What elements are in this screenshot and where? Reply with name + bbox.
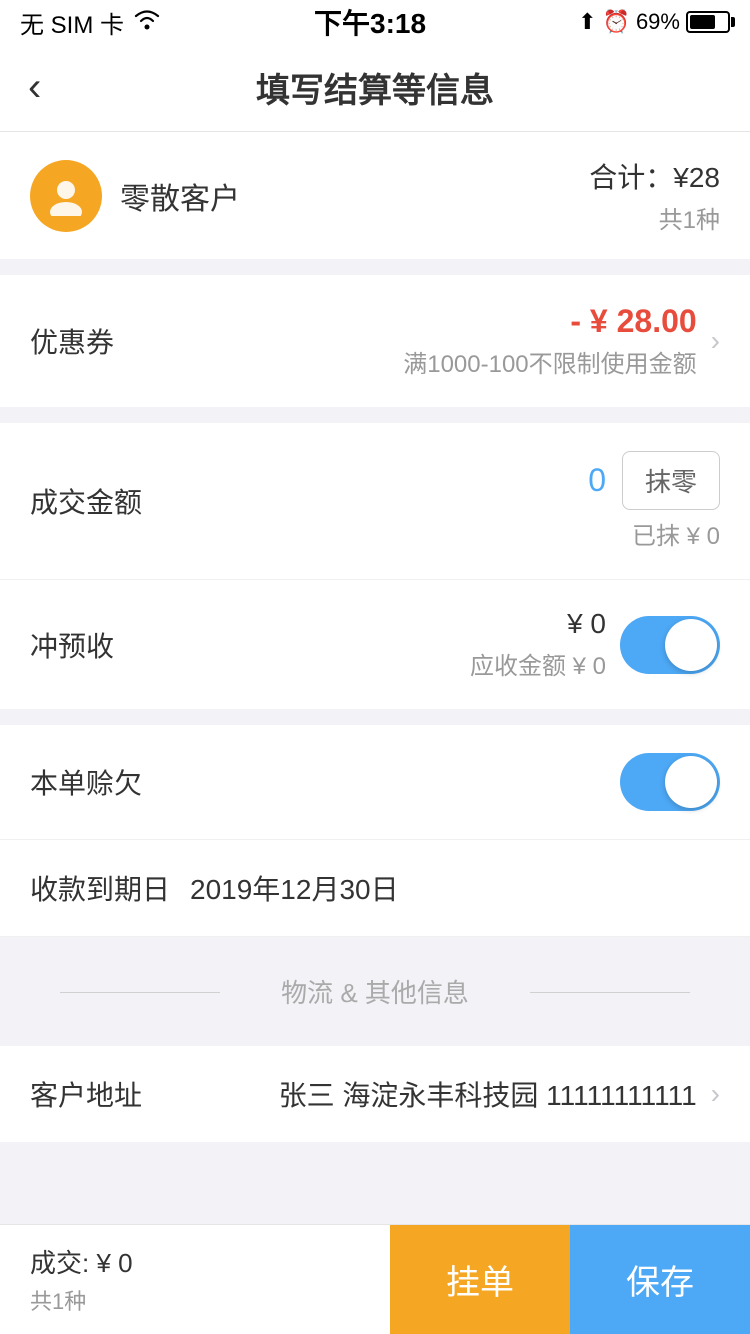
due-date-label: 收款到期日 <box>30 868 170 908</box>
pending-label: 挂单 <box>446 1255 514 1304</box>
debit-right <box>620 753 720 811</box>
address-section: 客户地址 张三 海淀永丰科技园 11111111111 › <box>0 1046 750 1142</box>
address-right: 张三 海淀永丰科技园 11111111111 › <box>279 1074 720 1114</box>
due-date-row: 收款到期日 2019年12月30日 <box>0 840 750 937</box>
prepay-value: ¥ 0 <box>470 608 606 640</box>
prepay-amount: ¥ 0 应收金额 ¥ 0 <box>470 608 606 681</box>
customer-right: 合计：¥28 共1种 <box>589 156 720 235</box>
debit-toggle[interactable] <box>620 753 720 811</box>
prepay-right: ¥ 0 应收金额 ¥ 0 <box>470 608 720 681</box>
customer-name: 零散客户 <box>120 174 240 218</box>
chevron-right-icon: › <box>711 325 720 357</box>
debit-label: 本单赊欠 <box>30 762 142 802</box>
main-content: 零散客户 合计：¥28 共1种 优惠券 - ¥ 28.00 满1000-100不… <box>0 132 750 1252</box>
address-value: 张三 海淀永丰科技园 11111111111 <box>279 1074 697 1114</box>
bottom-transaction: 成交: ¥ 0 <box>30 1243 360 1280</box>
status-right: ⬆ ⏰ 69% <box>578 9 730 35</box>
logistics-label: 物流 & 其他信息 <box>281 978 469 1008</box>
wifi-icon <box>132 8 162 37</box>
due-date-value: 2019年12月30日 <box>190 868 399 908</box>
save-button[interactable]: 保存 <box>570 1225 750 1334</box>
coupon-row[interactable]: 优惠券 - ¥ 28.00 满1000-100不限制使用金额 › <box>0 275 750 407</box>
section-separator-3 <box>0 937 750 953</box>
prepay-row: 冲预收 ¥ 0 应收金额 ¥ 0 <box>0 580 750 709</box>
prepay-toggle[interactable] <box>620 616 720 674</box>
status-left: 无 SIM 卡 <box>20 5 162 40</box>
debit-section: 本单赊欠 收款到期日 2019年12月30日 <box>0 725 750 937</box>
total-amount: 合计：¥28 <box>589 156 720 196</box>
logistics-header: 物流 & 其他信息 <box>0 953 750 1030</box>
battery-percent: 69% <box>636 9 680 35</box>
transaction-row: 成交金额 0 抹零 已抹 ¥ 0 <box>0 423 750 580</box>
customer-left: 零散客户 <box>30 160 240 232</box>
save-label: 保存 <box>626 1255 694 1304</box>
bottom-count: 共1种 <box>30 1284 360 1316</box>
bottom-transaction-value: ¥ 0 <box>96 1248 132 1278</box>
battery-icon <box>686 11 730 33</box>
coupon-label: 优惠券 <box>30 321 114 361</box>
carrier-label: 无 SIM 卡 <box>20 5 124 40</box>
amount-right: 0 抹零 已抹 ¥ 0 <box>588 451 720 551</box>
status-time: 下午3:18 <box>314 2 426 42</box>
amount-row-top: 0 抹零 <box>588 451 720 510</box>
transaction-label: 成交金额 <box>30 481 142 521</box>
section-separator-2 <box>0 709 750 725</box>
toggle-knob <box>665 619 717 671</box>
total-count: 共1种 <box>589 200 720 235</box>
coupon-right: - ¥ 28.00 满1000-100不限制使用金额 › <box>403 303 720 379</box>
bottom-transaction-label: 成交: <box>30 1248 89 1278</box>
coupon-value: - ¥ 28.00 <box>403 303 696 340</box>
transaction-value: 0 <box>588 462 606 499</box>
transaction-sub: 已抹 ¥ 0 <box>588 516 720 551</box>
address-chevron-icon: › <box>711 1078 720 1110</box>
location-icon: ⬆ <box>578 9 596 35</box>
pending-button[interactable]: 挂单 <box>390 1225 570 1334</box>
prepay-sub: 应收金额 ¥ 0 <box>470 646 606 681</box>
debit-row: 本单赊欠 <box>0 725 750 840</box>
status-bar: 无 SIM 卡 下午3:18 ⬆ ⏰ 69% <box>0 0 750 44</box>
back-button[interactable]: ‹ <box>28 65 41 110</box>
address-label: 客户地址 <box>30 1074 142 1114</box>
prepay-label: 冲预收 <box>30 625 114 665</box>
section-separator-4 <box>0 1030 750 1046</box>
page-title: 填写结算等信息 <box>256 63 494 112</box>
bottom-info: 成交: ¥ 0 共1种 <box>0 1243 390 1316</box>
transaction-right: 0 抹零 已抹 ¥ 0 <box>588 451 720 551</box>
coupon-hint: 满1000-100不限制使用金额 <box>403 344 696 379</box>
divider-1 <box>0 259 750 275</box>
address-row[interactable]: 客户地址 张三 海淀永丰科技园 11111111111 › <box>0 1046 750 1142</box>
debit-toggle-knob <box>665 756 717 808</box>
nav-bar: ‹ 填写结算等信息 <box>0 44 750 132</box>
customer-section: 零散客户 合计：¥28 共1种 <box>0 132 750 259</box>
avatar <box>30 160 102 232</box>
round-off-button[interactable]: 抹零 <box>622 451 720 510</box>
alarm-icon: ⏰ <box>603 9 630 35</box>
bottom-bar: 成交: ¥ 0 共1种 挂单 保存 <box>0 1224 750 1334</box>
section-separator-1 <box>0 407 750 423</box>
coupon-section: 优惠券 - ¥ 28.00 满1000-100不限制使用金额 › <box>0 275 750 407</box>
transaction-section: 成交金额 0 抹零 已抹 ¥ 0 冲预收 ¥ 0 应收金额 ¥ 0 <box>0 423 750 709</box>
